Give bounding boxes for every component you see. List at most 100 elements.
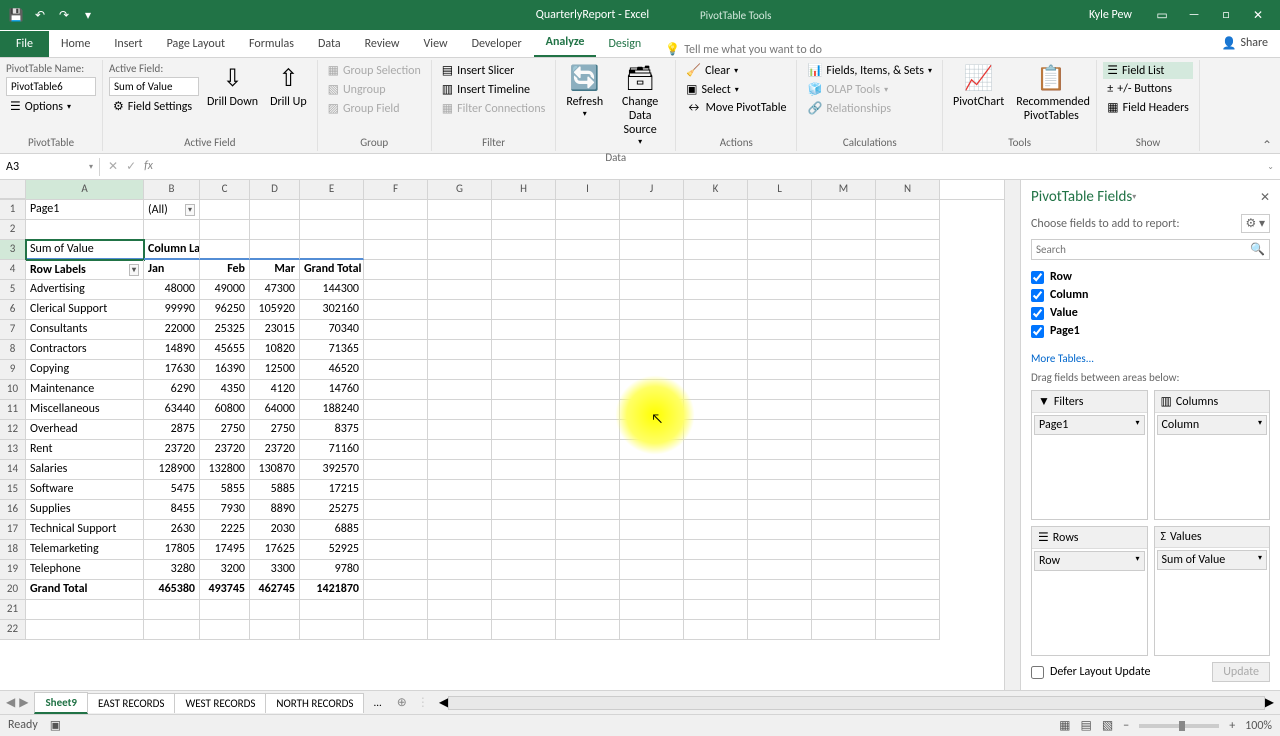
- cell[interactable]: [748, 520, 812, 540]
- cell[interactable]: [620, 480, 684, 500]
- field-column[interactable]: Column: [1031, 286, 1270, 304]
- cell[interactable]: 23720: [144, 440, 200, 460]
- cell[interactable]: [144, 620, 200, 640]
- cell[interactable]: [556, 540, 620, 560]
- cell[interactable]: 46520: [300, 360, 364, 380]
- cell[interactable]: [684, 260, 748, 280]
- tab-design[interactable]: Design: [596, 31, 653, 57]
- cell[interactable]: [748, 240, 812, 260]
- cell[interactable]: 9780: [300, 560, 364, 580]
- cell[interactable]: [26, 600, 144, 620]
- cell[interactable]: [748, 220, 812, 240]
- fields-search[interactable]: 🔍: [1031, 239, 1270, 260]
- cell[interactable]: [300, 620, 364, 640]
- tab-insert[interactable]: Insert: [102, 31, 154, 57]
- cell[interactable]: [428, 600, 492, 620]
- cell[interactable]: [26, 220, 144, 240]
- col-header-M[interactable]: M: [812, 180, 876, 199]
- cell[interactable]: 64000: [250, 400, 300, 420]
- cell[interactable]: [620, 520, 684, 540]
- insert-slicer[interactable]: ▤Insert Slicer: [438, 62, 550, 79]
- col-header-G[interactable]: G: [428, 180, 492, 199]
- row-label[interactable]: Telemarketing: [26, 540, 144, 560]
- cell[interactable]: [364, 420, 428, 440]
- page-filter[interactable]: (All)▾: [144, 200, 200, 220]
- cell[interactable]: [748, 560, 812, 580]
- cell[interactable]: 188240: [300, 400, 364, 420]
- cell[interactable]: [748, 440, 812, 460]
- user-name[interactable]: Kyle Pew: [1089, 8, 1132, 22]
- cell[interactable]: 71365: [300, 340, 364, 360]
- cell[interactable]: [556, 380, 620, 400]
- cell[interactable]: Feb: [200, 260, 250, 280]
- field-row[interactable]: Row: [1031, 268, 1270, 286]
- row-header[interactable]: 16: [0, 500, 26, 520]
- ribbon-options-icon[interactable]: ▭: [1148, 5, 1176, 25]
- cell[interactable]: [364, 320, 428, 340]
- cell[interactable]: [428, 360, 492, 380]
- cell[interactable]: [492, 300, 556, 320]
- tab-developer[interactable]: Developer: [460, 31, 534, 57]
- cell[interactable]: [556, 440, 620, 460]
- row-label[interactable]: Supplies: [26, 500, 144, 520]
- expand-formula-icon[interactable]: ⌄: [1261, 162, 1280, 172]
- cell[interactable]: [876, 540, 940, 560]
- cell[interactable]: [620, 540, 684, 560]
- cell[interactable]: [492, 240, 556, 260]
- cell[interactable]: [492, 280, 556, 300]
- cell[interactable]: [364, 360, 428, 380]
- cell[interactable]: 7930: [200, 500, 250, 520]
- cell[interactable]: [748, 300, 812, 320]
- cell[interactable]: [620, 340, 684, 360]
- cell[interactable]: [492, 460, 556, 480]
- cell[interactable]: [812, 580, 876, 600]
- cell[interactable]: [620, 200, 684, 220]
- fields-title-dropdown-icon[interactable]: ▾: [1132, 192, 1136, 202]
- cell[interactable]: [684, 340, 748, 360]
- row-label[interactable]: Overhead: [26, 420, 144, 440]
- cell[interactable]: 63440: [144, 400, 200, 420]
- row-header[interactable]: 9: [0, 360, 26, 380]
- row-header[interactable]: 5: [0, 280, 26, 300]
- cell[interactable]: [876, 260, 940, 280]
- cell[interactable]: [364, 340, 428, 360]
- cell[interactable]: [876, 300, 940, 320]
- cell[interactable]: [748, 620, 812, 640]
- hscroll-right-icon[interactable]: ▶: [1265, 695, 1274, 710]
- cell[interactable]: 8890: [250, 500, 300, 520]
- select[interactable]: ▣Select▾: [682, 81, 790, 98]
- cell[interactable]: [428, 520, 492, 540]
- cell[interactable]: 6885: [300, 520, 364, 540]
- cell[interactable]: [428, 500, 492, 520]
- cell[interactable]: 493745: [200, 580, 250, 600]
- cell[interactable]: [684, 400, 748, 420]
- cell[interactable]: 2875: [144, 420, 200, 440]
- cell[interactable]: 8375: [300, 420, 364, 440]
- tab-formulas[interactable]: Formulas: [237, 31, 306, 57]
- cell[interactable]: 70340: [300, 320, 364, 340]
- col-header-L[interactable]: L: [748, 180, 812, 199]
- cell[interactable]: [556, 480, 620, 500]
- cell[interactable]: [364, 200, 428, 220]
- cell[interactable]: [748, 320, 812, 340]
- cell[interactable]: [364, 480, 428, 500]
- cell[interactable]: [364, 600, 428, 620]
- col-header-A[interactable]: A: [26, 180, 144, 199]
- hscroll-left-icon[interactable]: ◀: [439, 695, 448, 710]
- cell[interactable]: [620, 320, 684, 340]
- cell[interactable]: [812, 460, 876, 480]
- cell[interactable]: [428, 220, 492, 240]
- cell[interactable]: [684, 500, 748, 520]
- col-header-E[interactable]: E: [300, 180, 364, 199]
- cell[interactable]: [748, 480, 812, 500]
- cell[interactable]: [876, 320, 940, 340]
- cell[interactable]: [428, 420, 492, 440]
- cell[interactable]: [620, 260, 684, 280]
- cell[interactable]: 105920: [250, 300, 300, 320]
- cell[interactable]: [364, 620, 428, 640]
- cell[interactable]: 1421870: [300, 580, 364, 600]
- row-header[interactable]: 1: [0, 200, 26, 220]
- fields-gear-icon[interactable]: ⚙ ▾: [1241, 214, 1271, 233]
- cell[interactable]: [364, 580, 428, 600]
- cell[interactable]: [812, 360, 876, 380]
